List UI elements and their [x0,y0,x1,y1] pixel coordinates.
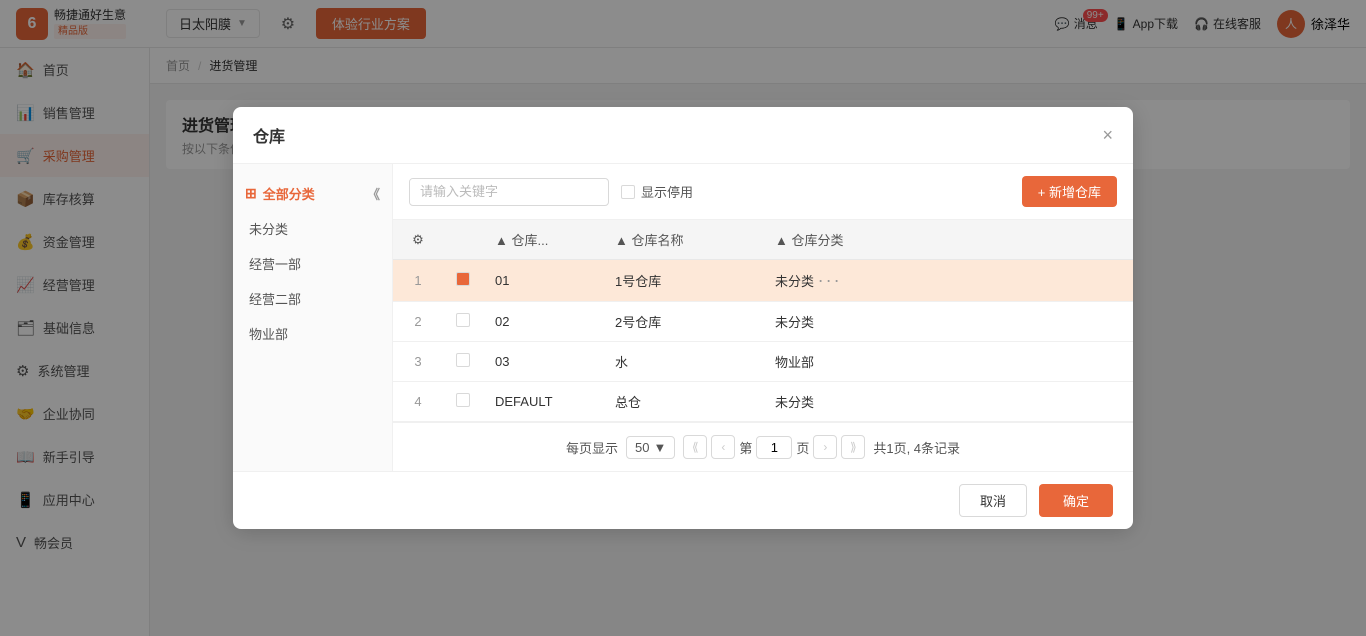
col-header-check [443,220,483,260]
row-check-3[interactable] [443,342,483,382]
modal-body: ⊞ 全部分类 《 未分类 经营一部 经营二部 物业部 🔍 [233,164,1133,471]
grid-icon: ⊞ [245,185,257,202]
row-code-3: 03 [483,342,603,382]
page-unit: 页 [796,438,809,457]
category-operations1[interactable]: 经营一部 [233,246,392,281]
pagination: 每页显示 50 ▼ ⟪ ‹ 第 页 › ⟫ 共1页, 4条记录 [393,422,1133,471]
modal-footer: 取消 确定 [233,471,1133,529]
total-records-label: 共1页, 4条记录 [873,438,960,457]
page-label: 第 [739,438,752,457]
modal-title: 仓库 [253,123,285,147]
show-disabled-label[interactable]: 显示停用 [621,182,693,201]
warehouse-list-panel: 🔍 显示停用 + 新增仓库 ⚙ [393,164,1133,471]
search-input[interactable] [410,179,606,204]
col-header-settings[interactable]: ⚙ [393,220,443,260]
modal-close-button[interactable]: × [1102,125,1113,146]
row-name-1: 1号仓库 [603,260,763,302]
first-page-button[interactable]: ⟪ [683,435,707,459]
cancel-button[interactable]: 取消 [959,484,1027,517]
add-warehouse-button[interactable]: + 新增仓库 [1022,176,1117,207]
col-header-name: ▲ 仓库名称 [603,220,763,260]
page-size-selector[interactable]: 50 ▼ [626,436,675,459]
per-page-label: 每页显示 [566,438,618,457]
modal-overlay: 仓库 × ⊞ 全部分类 《 未分类 经营一部 经营二部 物业部 [0,0,1366,636]
category-operations2[interactable]: 经营二部 [233,281,392,316]
row-num-3: 3 [393,342,443,382]
row-check-1[interactable] [443,260,483,302]
row-num-2: 2 [393,302,443,342]
warehouse-modal: 仓库 × ⊞ 全部分类 《 未分类 经营一部 经营二部 物业部 [233,107,1133,529]
row-name-3: 水 [603,342,763,382]
table-row[interactable]: 1 01 1号仓库 未分类 ··· [393,260,1133,302]
page-size-dropdown-icon: ▼ [653,440,666,455]
row-code-1: 01 [483,260,603,302]
table-row[interactable]: 3 03 水 物业部 [393,342,1133,382]
table-header-row: ⚙ ▲ 仓库... ▲ 仓库名称 ▲ 仓库分类 [393,220,1133,260]
prev-page-button[interactable]: ‹ [711,435,735,459]
col-header-category: ▲ 仓库分类 [763,220,1133,260]
row-category-1: 未分类 ··· [763,260,1133,302]
row-category-3: 物业部 [763,342,1133,382]
page-number-input[interactable] [756,436,792,459]
next-page-button[interactable]: › [813,435,837,459]
row-check-2[interactable] [443,302,483,342]
row-actions-icon[interactable]: ··· [818,270,842,291]
warehouse-table: ⚙ ▲ 仓库... ▲ 仓库名称 ▲ 仓库分类 [393,220,1133,422]
show-disabled-checkbox[interactable] [621,185,635,199]
row-category-2: 未分类 [763,302,1133,342]
all-categories-item[interactable]: ⊞ 全部分类 《 [233,176,392,211]
row-num-1: 1 [393,260,443,302]
row-category-4: 未分类 [763,382,1133,422]
last-page-button[interactable]: ⟫ [841,435,865,459]
row-name-4: 总仓 [603,382,763,422]
search-icon[interactable]: 🔍 [606,179,609,205]
row-check-4[interactable] [443,382,483,422]
table-row[interactable]: 4 DEFAULT 总仓 未分类 [393,382,1133,422]
col-header-code: ▲ 仓库... [483,220,603,260]
collapse-button[interactable]: 《 [367,184,380,203]
confirm-button[interactable]: 确定 [1039,484,1113,517]
page-navigation: ⟪ ‹ 第 页 › ⟫ [683,435,865,459]
warehouse-table-container: ⚙ ▲ 仓库... ▲ 仓库名称 ▲ 仓库分类 [393,220,1133,422]
table-row[interactable]: 2 02 2号仓库 未分类 [393,302,1133,342]
modal-header: 仓库 × [233,107,1133,164]
category-panel: ⊞ 全部分类 《 未分类 经营一部 经营二部 物业部 [233,164,393,471]
row-code-4: DEFAULT [483,382,603,422]
search-box: 🔍 [409,178,609,206]
category-property[interactable]: 物业部 [233,316,392,351]
table-toolbar: 🔍 显示停用 + 新增仓库 [393,164,1133,220]
row-num-4: 4 [393,382,443,422]
row-name-2: 2号仓库 [603,302,763,342]
row-code-2: 02 [483,302,603,342]
category-unclassified[interactable]: 未分类 [233,211,392,246]
